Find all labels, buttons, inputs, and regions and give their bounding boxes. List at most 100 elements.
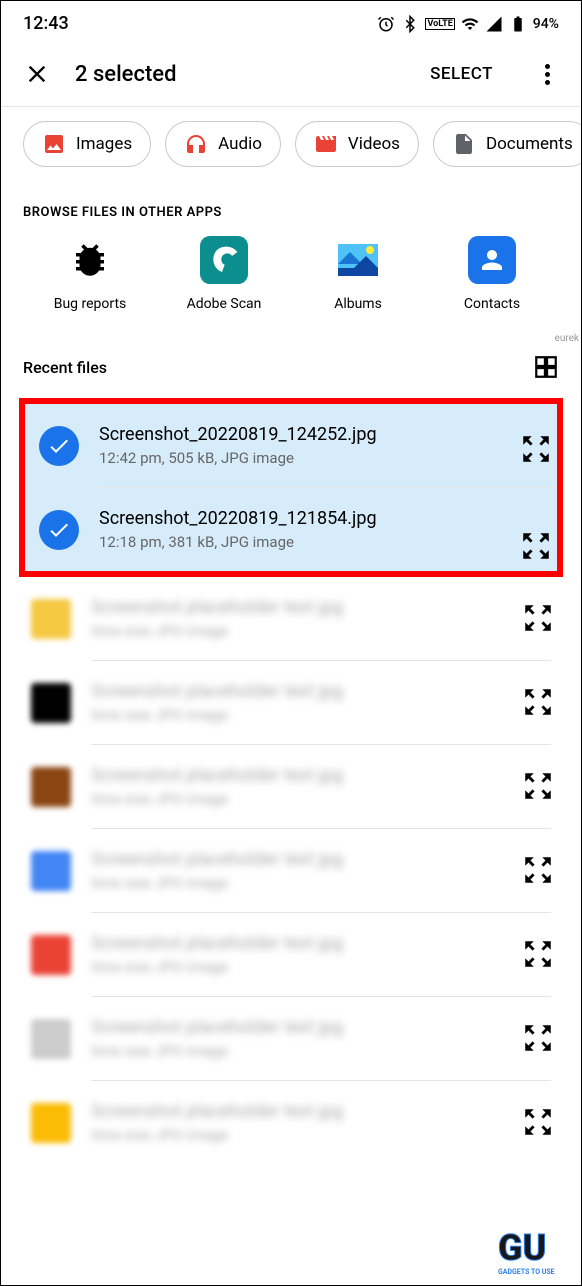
- expand-icon: [521, 601, 555, 635]
- file-meta-blurred: time size JPG image: [91, 706, 551, 724]
- browse-section-label: BROWSE FILES IN OTHER APPS: [1, 181, 581, 236]
- app-bug-reports[interactable]: Bug reports: [35, 236, 145, 312]
- gadgets-to-use-logo: GUGADGETS TO USE: [496, 1220, 576, 1280]
- watermark-text: eurek: [555, 333, 579, 344]
- expand-icon: [519, 432, 553, 466]
- file-thumbnail: [31, 683, 71, 723]
- adobe-icon: [200, 236, 248, 284]
- expand-button[interactable]: [521, 769, 557, 805]
- app-label: Bug reports: [54, 296, 127, 312]
- contacts-icon: [468, 236, 516, 284]
- file-meta-blurred: time size JPG image: [91, 1126, 551, 1144]
- file-row-blurred[interactable]: Screenshot placeholder text jpg time siz…: [1, 829, 581, 912]
- expand-button[interactable]: [521, 853, 557, 889]
- file-meta-blurred: time size JPG image: [91, 958, 551, 976]
- checkbox-checked[interactable]: [39, 426, 79, 466]
- file-name-blurred: Screenshot placeholder text jpg: [91, 1017, 551, 1038]
- file-info: Screenshot placeholder text jpg time siz…: [91, 849, 551, 892]
- file-info: Screenshot placeholder text jpg time siz…: [91, 1017, 551, 1060]
- more-menu-button[interactable]: [535, 62, 559, 86]
- file-row-selected[interactable]: Screenshot_20220819_124252.jpg 12:42 pm,…: [25, 404, 557, 487]
- file-info: Screenshot_20220819_124252.jpg 12:42 pm,…: [99, 424, 543, 467]
- expand-button[interactable]: [521, 1105, 557, 1141]
- app-albums[interactable]: Albums: [303, 236, 413, 312]
- status-icons: VoLTE 94%: [377, 15, 559, 33]
- close-button[interactable]: [23, 60, 51, 88]
- close-icon: [23, 60, 51, 88]
- checkbox-checked[interactable]: [39, 510, 79, 550]
- selection-header: 2 selected SELECT: [1, 42, 581, 106]
- grid-view-button[interactable]: [533, 354, 559, 380]
- expand-icon: [519, 529, 553, 563]
- grid-icon: [533, 354, 559, 380]
- chip-label: Images: [76, 134, 132, 154]
- app-label: Albums: [334, 296, 382, 312]
- file-info: Screenshot placeholder text jpg time siz…: [91, 933, 551, 976]
- expand-button[interactable]: [521, 685, 557, 721]
- file-name-blurred: Screenshot placeholder text jpg: [91, 765, 551, 786]
- file-row-blurred[interactable]: Screenshot placeholder text jpg time siz…: [1, 577, 581, 660]
- volte-icon: VoLTE: [425, 18, 454, 30]
- check-icon: [47, 518, 71, 542]
- file-row-blurred[interactable]: Screenshot placeholder text jpg time siz…: [1, 745, 581, 828]
- file-row-selected[interactable]: Screenshot_20220819_121854.jpg 12:18 pm,…: [25, 488, 557, 571]
- expand-button[interactable]: [521, 1021, 557, 1057]
- svg-text:GU: GU: [498, 1227, 546, 1269]
- file-row-blurred[interactable]: Screenshot placeholder text jpg time siz…: [1, 661, 581, 744]
- file-name-blurred: Screenshot placeholder text jpg: [91, 681, 551, 702]
- expand-button[interactable]: [521, 601, 557, 637]
- app-adobe-scan[interactable]: Adobe Scan: [169, 236, 279, 312]
- expand-icon: [521, 853, 555, 887]
- svg-text:GADGETS TO USE: GADGETS TO USE: [498, 1268, 555, 1276]
- file-meta-blurred: time size JPG image: [91, 874, 551, 892]
- recent-title: Recent files: [23, 358, 107, 377]
- expand-button[interactable]: [519, 432, 553, 470]
- chip-audio[interactable]: Audio: [165, 121, 281, 167]
- file-row-blurred[interactable]: Screenshot placeholder text jpg time siz…: [1, 997, 581, 1080]
- file-thumbnail: [31, 851, 71, 891]
- highlight-annotation: Screenshot_20220819_124252.jpg 12:42 pm,…: [19, 398, 563, 577]
- file-name-blurred: Screenshot placeholder text jpg: [91, 597, 551, 618]
- app-label: Contacts: [464, 296, 520, 312]
- chip-label: Videos: [348, 134, 400, 154]
- app-contacts[interactable]: Contacts: [437, 236, 547, 312]
- file-name: Screenshot_20220819_124252.jpg: [99, 424, 543, 445]
- wifi-icon: [461, 15, 479, 33]
- file-name-blurred: Screenshot placeholder text jpg: [91, 1101, 551, 1122]
- video-icon: [314, 132, 338, 156]
- category-chips: Images Audio Videos Documents: [1, 107, 581, 181]
- select-button[interactable]: SELECT: [430, 64, 493, 84]
- recent-header: Recent files: [1, 336, 581, 398]
- expand-button[interactable]: [521, 937, 557, 973]
- file-meta-blurred: time size JPG image: [91, 790, 551, 808]
- chip-label: Documents: [486, 134, 573, 154]
- file-thumbnail: [31, 1019, 71, 1059]
- chip-images[interactable]: Images: [23, 121, 151, 167]
- expand-icon: [521, 937, 555, 971]
- file-info: Screenshot_20220819_121854.jpg 12:18 pm,…: [99, 508, 543, 551]
- albums-icon: [334, 236, 382, 284]
- chip-documents[interactable]: Documents: [433, 121, 581, 167]
- expand-icon: [521, 1021, 555, 1055]
- chip-videos[interactable]: Videos: [295, 121, 419, 167]
- file-row-blurred[interactable]: Screenshot placeholder text jpg time siz…: [1, 1081, 581, 1164]
- check-icon: [47, 434, 71, 458]
- file-info: Screenshot placeholder text jpg time siz…: [91, 1101, 551, 1144]
- document-icon: [452, 132, 476, 156]
- file-info: Screenshot placeholder text jpg time siz…: [91, 597, 551, 640]
- file-thumbnail: [31, 599, 71, 639]
- file-info: Screenshot placeholder text jpg time siz…: [91, 765, 551, 808]
- file-thumbnail: [31, 1103, 71, 1143]
- file-meta-blurred: time size JPG image: [91, 1042, 551, 1060]
- expand-icon: [521, 769, 555, 803]
- file-name-blurred: Screenshot placeholder text jpg: [91, 849, 551, 870]
- file-row-blurred[interactable]: Screenshot placeholder text jpg time siz…: [1, 913, 581, 996]
- file-meta-blurred: time size JPG image: [91, 622, 551, 640]
- audio-icon: [184, 132, 208, 156]
- file-info: Screenshot placeholder text jpg time siz…: [91, 681, 551, 724]
- expand-button[interactable]: [519, 529, 553, 567]
- chip-label: Audio: [218, 134, 262, 154]
- expand-icon: [521, 685, 555, 719]
- status-bar: 12:43 VoLTE 94%: [1, 1, 581, 42]
- file-thumbnail: [31, 767, 71, 807]
